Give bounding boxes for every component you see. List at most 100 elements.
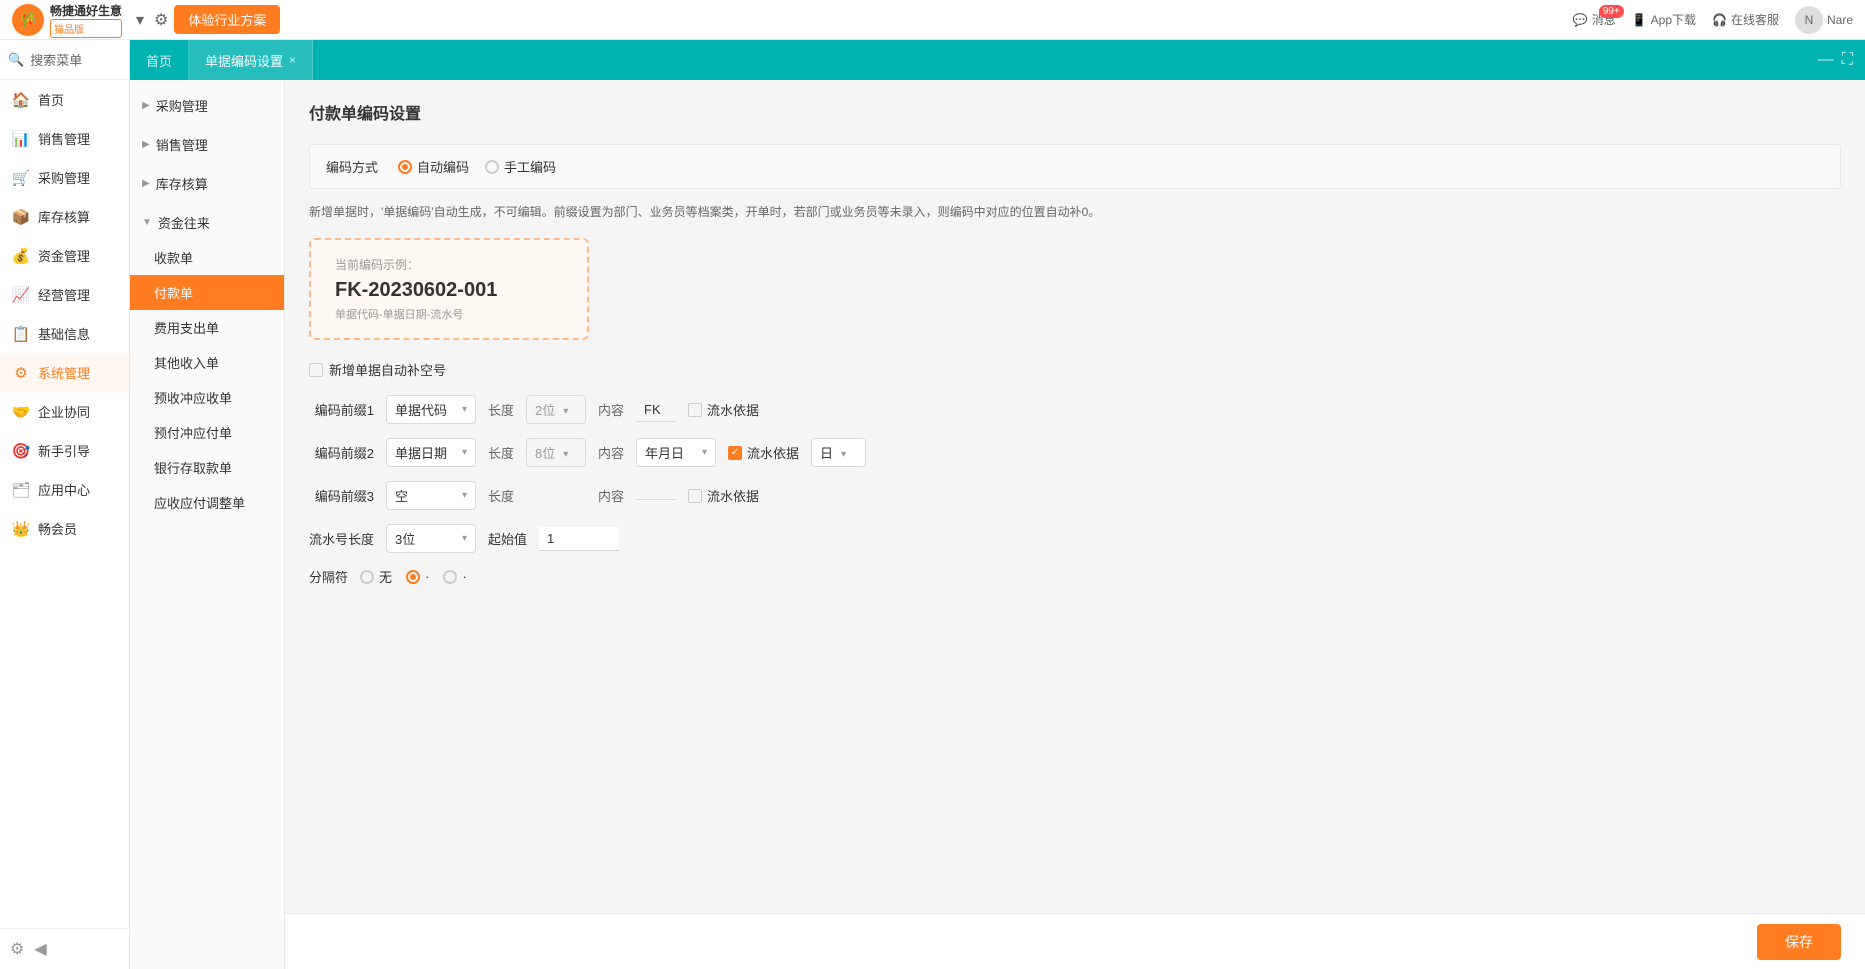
topbar: 🎋 畅捷通好生意 猫品版 ▾ ⚙ 体验行业方案 💬 消息 99+ 📱 App下载… <box>0 0 1865 40</box>
sidebar-item-basic[interactable]: 📋 基础信息 <box>0 314 129 353</box>
prefix2-content-arrow-icon <box>698 447 707 458</box>
sidebar-settings-icon[interactable]: ⚙ <box>10 939 24 959</box>
sidebar-item-stock[interactable]: 📦 库存核算 <box>0 197 129 236</box>
encode-method-radio-group: 自动编码 手工编码 <box>398 157 556 176</box>
prefix2-stream-checkbox[interactable]: ✓ 流水依据 <box>728 443 799 462</box>
nav-section-purchase: ▶ 采购管理 <box>130 88 284 123</box>
auto-radio-dot <box>402 164 408 170</box>
minimize-button[interactable]: — <box>1818 51 1834 69</box>
prefix1-row: 编码前缀1 单据代码 长度 2位 内容 FK <box>309 395 1841 424</box>
prefix2-day-select[interactable]: 日 <box>811 438 866 467</box>
sidebar-item-member[interactable]: 👑 畅会员 <box>0 509 129 548</box>
main-content: 付款单编码设置 编码方式 自动编码 <box>285 80 1865 913</box>
arrow-down-icon: ▼ <box>142 217 152 228</box>
tab-encode-settings[interactable]: 单据编码设置 × <box>189 40 313 80</box>
prefix2-select[interactable]: 单据日期 <box>386 438 476 467</box>
manual-encode-radio[interactable]: 手工编码 <box>485 157 556 176</box>
sidebar-item-newbie[interactable]: 🎯 新手引导 <box>0 431 129 470</box>
sep-none-radio[interactable]: 无 <box>360 567 392 586</box>
stock-icon: 📦 <box>12 208 30 226</box>
basic-icon: 📋 <box>12 325 30 343</box>
topbar-right: 💬 消息 99+ 📱 App下载 🎧 在线客服 N Nare <box>1573 6 1853 34</box>
topbar-controls: ▾ ⚙ 体验行业方案 <box>132 5 280 34</box>
maximize-button[interactable]: ⛶ <box>1842 51 1853 69</box>
dropdown-button[interactable]: ▾ <box>132 6 148 34</box>
sales-icon: 📊 <box>12 130 30 148</box>
prefix1-select[interactable]: 单据代码 <box>386 395 476 424</box>
nav-group-purchase[interactable]: ▶ 采购管理 <box>130 88 284 123</box>
logo: 🎋 畅捷通好生意 猫品版 <box>12 2 122 38</box>
tab-home[interactable]: 首页 <box>130 40 189 80</box>
online-service-button[interactable]: 🎧 在线客服 <box>1712 11 1779 28</box>
member-icon: 👑 <box>12 520 30 538</box>
settings-icon[interactable]: ⚙ <box>154 10 168 30</box>
auto-encode-radio[interactable]: 自动编码 <box>398 157 469 176</box>
messages-button[interactable]: 💬 消息 99+ <box>1573 11 1616 28</box>
service-icon: 🎧 <box>1712 13 1727 27</box>
sidebar-item-system[interactable]: ⚙ 系统管理 <box>0 353 129 392</box>
nav-group-sales[interactable]: ▶ 销售管理 <box>130 127 284 162</box>
sep-none-circle <box>360 570 374 584</box>
sidebar-item-sales[interactable]: 📊 销售管理 <box>0 119 129 158</box>
sidebar-item-apps[interactable]: 🗂 应用中心 <box>0 470 129 509</box>
logo-icon: 🎋 <box>12 4 44 36</box>
apps-icon: 🗂 <box>12 481 30 499</box>
app-download-button[interactable]: 📱 App下载 <box>1632 11 1696 28</box>
nav-section-finance: ▼ 资金往来 收款单 付款单 费用支出单 其他收入单 预收冲应收单 预付冲应付单… <box>130 205 284 520</box>
prefix3-content-value <box>636 491 676 500</box>
manual-radio-circle <box>485 160 499 174</box>
save-button[interactable]: 保存 <box>1757 924 1841 960</box>
topbar-left: 🎋 畅捷通好生意 猫品版 ▾ ⚙ 体验行业方案 <box>12 2 280 38</box>
sidebar-item-finance[interactable]: 💰 资金管理 <box>0 236 129 275</box>
prefix2-length-arrow-icon <box>559 445 568 460</box>
prefix3-stream-checkbox[interactable]: 流水依据 <box>688 486 759 505</box>
prefix1-arrow-icon <box>458 404 467 415</box>
user-menu[interactable]: N Nare <box>1795 6 1853 34</box>
auto-fill-checkbox[interactable] <box>309 363 323 377</box>
sidebar-item-home[interactable]: 🏠 首页 <box>0 80 129 119</box>
nav-item-payment[interactable]: 付款单 <box>130 275 284 310</box>
prefix1-content-value: FK <box>636 398 676 422</box>
prefix3-select[interactable]: 空 <box>386 481 476 510</box>
encode-method-section: 编码方式 自动编码 手工编码 <box>309 144 1841 189</box>
prefix2-stream-cb: ✓ <box>728 446 742 460</box>
prefix2-length-select[interactable]: 8位 <box>526 438 586 467</box>
sidebar-collapse-icon[interactable]: ◀ <box>34 939 46 959</box>
sep-dot-radio[interactable]: · <box>406 569 429 584</box>
industry-button[interactable]: 体验行业方案 <box>174 5 280 34</box>
serial-length-select[interactable]: 3位 <box>386 524 476 553</box>
nav-item-other-income[interactable]: 其他收入单 <box>130 345 284 380</box>
serial-start-input[interactable] <box>539 527 619 551</box>
auto-fill-row: 新增单据自动补空号 <box>309 360 1841 379</box>
search-icon: 🔍 <box>8 52 24 68</box>
nav-item-bank[interactable]: 银行存取款单 <box>130 450 284 485</box>
nav-item-advance-offset[interactable]: 预付冲应付单 <box>130 415 284 450</box>
nav-item-receipt[interactable]: 收款单 <box>130 240 284 275</box>
sep-dot2-radio[interactable]: · <box>443 569 466 584</box>
prefix3-arrow-icon <box>458 490 467 501</box>
sidebar-item-purchase[interactable]: 🛒 采购管理 <box>0 158 129 197</box>
sidebar-item-operation[interactable]: 📈 经营管理 <box>0 275 129 314</box>
serial-length-arrow-icon <box>458 533 467 544</box>
nav-item-adjust[interactable]: 应收应付调整单 <box>130 485 284 520</box>
sidebar-bottom: ⚙ ◀ <box>0 928 129 969</box>
prefix1-length-select[interactable]: 2位 <box>526 395 586 424</box>
tabbar-actions: — ⛶ <box>1806 51 1865 69</box>
nav-item-prepay-offset[interactable]: 预收冲应收单 <box>130 380 284 415</box>
arrow-icon: ▶ <box>142 178 150 189</box>
nav-item-expense[interactable]: 费用支出单 <box>130 310 284 345</box>
newbie-icon: 🎯 <box>12 442 30 460</box>
search-menu-button[interactable]: 🔍 搜索菜单 <box>0 40 129 80</box>
prefix1-length-arrow-icon <box>559 402 568 417</box>
prefix3-stream-cb <box>688 489 702 503</box>
nav-group-stock[interactable]: ▶ 库存核算 <box>130 166 284 201</box>
sidebar-item-enterprise[interactable]: 🤝 企业协同 <box>0 392 129 431</box>
nav-group-finance[interactable]: ▼ 资金往来 <box>130 205 284 240</box>
prefix2-content-select[interactable]: 年月日 <box>636 438 716 467</box>
page-title: 付款单编码设置 <box>309 100 1841 124</box>
prefix2-arrow-icon <box>458 447 467 458</box>
prefix1-stream-cb <box>688 403 702 417</box>
page-layout: ▶ 采购管理 ▶ 销售管理 ▶ 库存核算 <box>130 80 1865 969</box>
prefix1-stream-checkbox[interactable]: 流水依据 <box>688 400 759 419</box>
tab-close-icon[interactable]: × <box>289 53 296 67</box>
